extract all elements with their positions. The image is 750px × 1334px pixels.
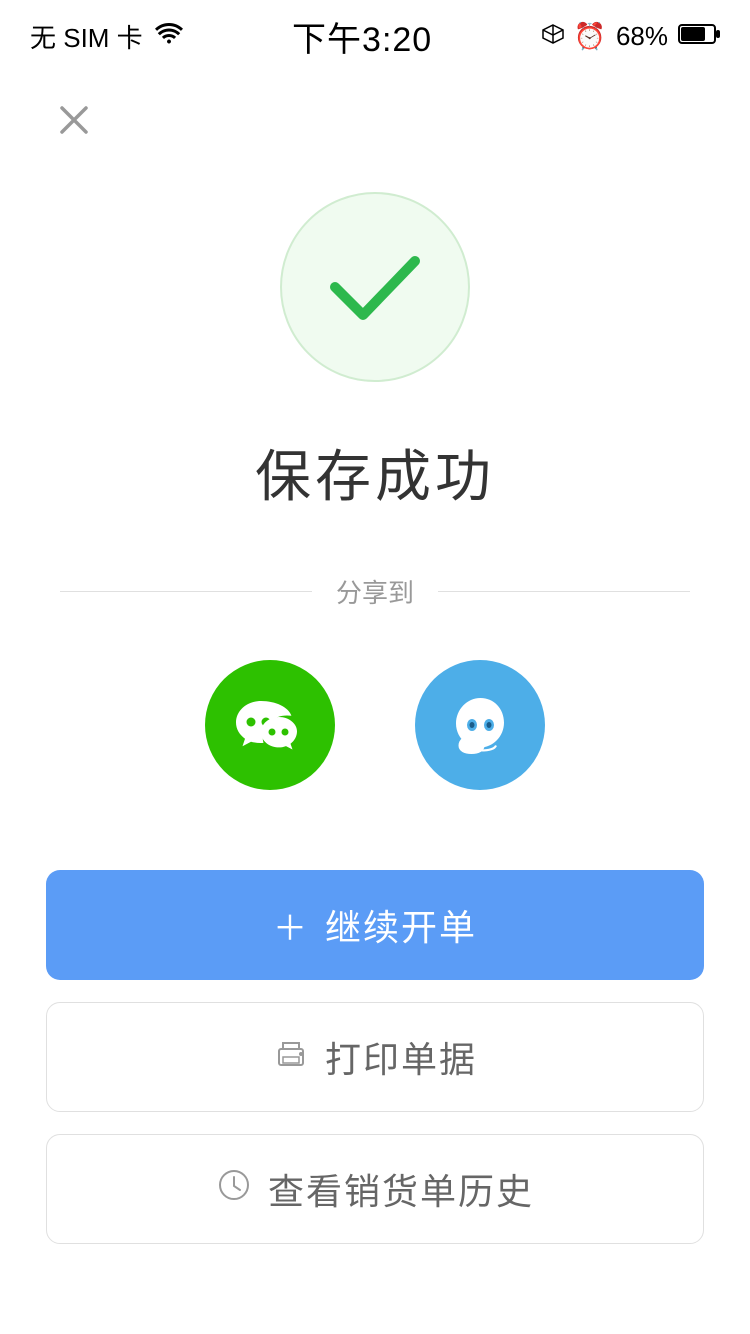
status-bar: 无 SIM 卡 下午3:20 ⏰ 68% xyxy=(0,0,750,72)
success-icon-circle xyxy=(280,192,470,382)
main-content: 保存成功 分享到 xyxy=(0,72,750,1244)
location-icon xyxy=(542,21,564,52)
share-divider: 分享到 xyxy=(0,573,750,610)
print-receipt-button[interactable]: 打印单据 xyxy=(46,1002,704,1112)
qq-share-button[interactable] xyxy=(415,660,545,790)
wifi-icon xyxy=(155,22,183,51)
battery-icon xyxy=(678,21,720,52)
share-label: 分享到 xyxy=(312,573,438,610)
status-left: 无 SIM 卡 xyxy=(30,18,183,55)
carrier-text: 无 SIM 卡 xyxy=(30,18,143,55)
alarm-icon: ⏰ xyxy=(574,21,606,52)
printer-icon xyxy=(273,1035,309,1080)
status-right: ⏰ 68% xyxy=(542,21,720,52)
view-history-label: 查看销货单历史 xyxy=(268,1163,534,1215)
share-icons-row xyxy=(205,660,545,790)
close-button[interactable] xyxy=(44,90,104,150)
continue-order-label: 继续开单 xyxy=(325,899,477,951)
view-history-button[interactable]: 查看销货单历史 xyxy=(46,1134,704,1244)
battery-text: 68% xyxy=(616,21,668,52)
action-buttons: ＋ 继续开单 打印单据 查看销货单历史 xyxy=(0,870,750,1244)
continue-order-button[interactable]: ＋ 继续开单 xyxy=(46,870,704,980)
divider-line-left xyxy=(60,591,312,592)
divider-line-right xyxy=(438,591,690,592)
status-time: 下午3:20 xyxy=(292,12,432,61)
wechat-share-button[interactable] xyxy=(205,660,335,790)
print-receipt-label: 打印单据 xyxy=(325,1031,477,1083)
plus-icon: ＋ xyxy=(273,901,309,950)
success-title: 保存成功 xyxy=(255,432,495,513)
clock-icon xyxy=(216,1167,252,1212)
